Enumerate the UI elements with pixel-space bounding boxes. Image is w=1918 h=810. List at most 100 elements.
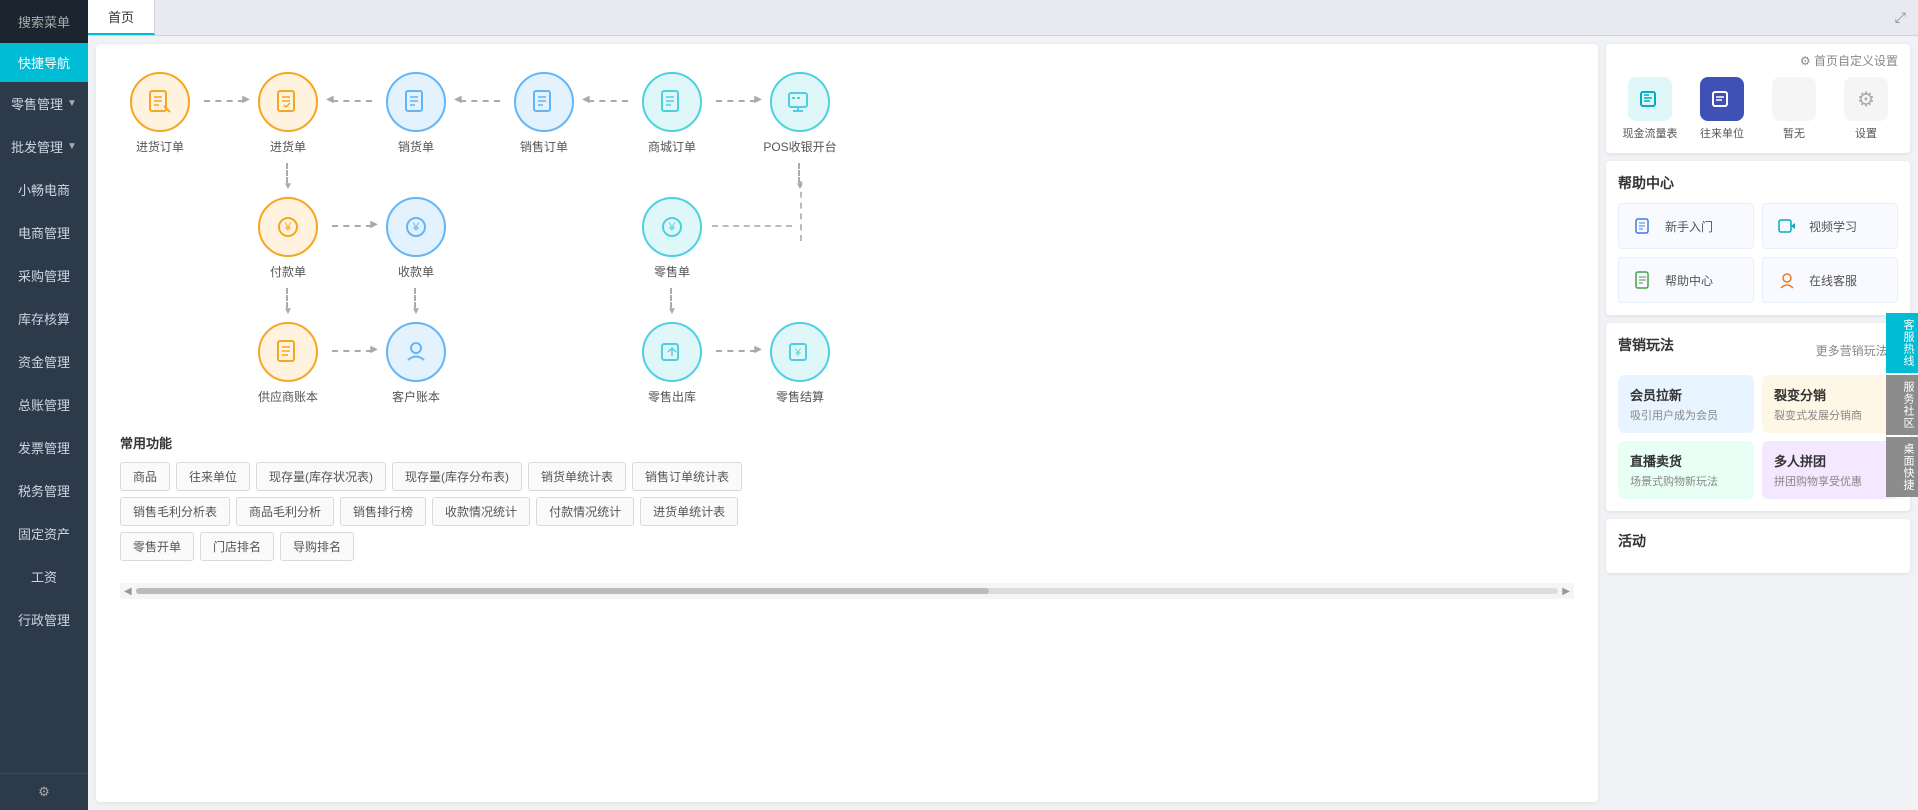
btn-stock-status[interactable]: 现存量(库存状况表) bbox=[256, 462, 386, 491]
flow-node-retail-outbound[interactable]: 零售出库 bbox=[632, 322, 712, 405]
btn-goods[interactable]: 商品 bbox=[120, 462, 170, 491]
btn-sales-profit[interactable]: 销售毛利分析表 bbox=[120, 497, 230, 526]
flow-row-2: ¥ 付款单 ¥ 收款单 bbox=[120, 197, 1574, 280]
sidebar-item-purchase[interactable]: 采购管理 bbox=[0, 254, 88, 297]
content-area: 进货订单 进货单 销货单 bbox=[88, 36, 1918, 810]
help-online-support[interactable]: 在线客服 bbox=[1762, 257, 1898, 303]
floating-buttons: 客服热线 服务社区 桌面快捷 bbox=[1886, 313, 1918, 497]
tab-home[interactable]: 首页 bbox=[88, 0, 155, 35]
sidebar-item-finance[interactable]: 资金管理 bbox=[0, 340, 88, 383]
customer-service-btn[interactable]: 客服热线 bbox=[1886, 313, 1918, 373]
common-functions-title: 常用功能 bbox=[120, 433, 1574, 452]
svg-text:¥: ¥ bbox=[284, 220, 292, 234]
sidebar-item-ecommerce-small[interactable]: 小畅电商 bbox=[0, 168, 88, 211]
mkt-group[interactable]: 多人拼团 拼团购物享受优惠 bbox=[1762, 441, 1898, 499]
sidebar-item-ecommerce[interactable]: 电商管理 bbox=[0, 211, 88, 254]
flow-node-pos[interactable]: POS收银开台 bbox=[760, 72, 840, 155]
arrow-down-purchase bbox=[283, 163, 293, 193]
cashflow-icon bbox=[1628, 77, 1672, 121]
left-panel: 进货订单 进货单 销货单 bbox=[96, 44, 1598, 802]
btn-purchase-stats[interactable]: 进货单统计表 bbox=[640, 497, 738, 526]
arrow-3 bbox=[460, 100, 500, 102]
tabbar: 首页 ⤢ bbox=[88, 0, 1918, 36]
common-functions-section: 常用功能 商品 往来单位 现存量(库存状况表) 现存量(库存分布表) 销货单统计… bbox=[112, 433, 1582, 579]
flow-node-sales-order[interactable]: 销售订单 bbox=[504, 72, 584, 155]
btn-store-rank[interactable]: 门店排名 bbox=[200, 532, 274, 561]
sidebar-item-wholesale[interactable]: 批发管理▼ bbox=[0, 125, 88, 168]
arrow-5 bbox=[716, 100, 756, 102]
qa-none: 暂无 bbox=[1762, 77, 1826, 141]
btn-retail-order[interactable]: 零售开单 bbox=[120, 532, 194, 561]
flow-node-retail[interactable]: ¥ 零售单 bbox=[632, 197, 712, 280]
qa-cashflow[interactable]: 现金流量表 bbox=[1618, 77, 1682, 141]
help-center-link[interactable]: 帮助中心 bbox=[1618, 257, 1754, 303]
qa-partners[interactable]: 往来单位 bbox=[1690, 77, 1754, 141]
arrow-accounts bbox=[332, 350, 372, 352]
flow-node-payment[interactable]: ¥ 付款单 bbox=[248, 197, 328, 280]
flow-node-customer-account[interactable]: 客户账本 bbox=[376, 322, 456, 405]
btn-payment-stats[interactable]: 付款情况统计 bbox=[536, 497, 634, 526]
flow-node-retail-settle[interactable]: ¥ 零售结算 bbox=[760, 322, 840, 405]
sidebar-item-admin[interactable]: 行政管理 bbox=[0, 598, 88, 641]
sidebar-item-retail[interactable]: 零售管理▼ bbox=[0, 82, 88, 125]
btn-stock-dist[interactable]: 现存量(库存分布表) bbox=[392, 462, 522, 491]
btn-partners[interactable]: 往来单位 bbox=[176, 462, 250, 491]
flow-node-purchase-order[interactable]: 进货订单 bbox=[120, 72, 200, 155]
settings-icon: ⚙ bbox=[1844, 77, 1888, 121]
sidebar-item-fixed-assets[interactable]: 固定资产 bbox=[0, 512, 88, 555]
scroll-right-icon[interactable]: ▶ bbox=[1562, 586, 1570, 597]
help-video[interactable]: 视频学习 bbox=[1762, 203, 1898, 249]
flow-node-receipt[interactable]: ¥ 收款单 bbox=[376, 197, 456, 280]
mkt-member[interactable]: 会员拉新 吸引用户成为会员 bbox=[1618, 375, 1754, 433]
mkt-distribution[interactable]: 裂变分销 裂变式发展分销商 bbox=[1762, 375, 1898, 433]
service-community-btn[interactable]: 服务社区 bbox=[1886, 375, 1918, 435]
mkt-live[interactable]: 直播卖货 场景式购物新玩法 bbox=[1618, 441, 1754, 499]
marketing-section: 营销玩法 更多营销玩法 > 会员拉新 吸引用户成为会员 裂变分销 裂变式发展分销… bbox=[1606, 323, 1910, 511]
btn-guide-rank[interactable]: 导购排名 bbox=[280, 532, 354, 561]
sidebar-item-general-ledger[interactable]: 总账管理 bbox=[0, 383, 88, 426]
qa-settings[interactable]: ⚙ 设置 bbox=[1834, 77, 1898, 141]
arrow-down-retail bbox=[667, 288, 677, 318]
arrow-down-receipt bbox=[411, 288, 421, 318]
btn-sales-stats[interactable]: 销货单统计表 bbox=[528, 462, 626, 491]
scroll-left-icon[interactable]: ◀ bbox=[124, 586, 132, 597]
sidebar-item-inventory[interactable]: 库存核算 bbox=[0, 297, 88, 340]
svg-text:¥: ¥ bbox=[668, 220, 676, 234]
common-functions-row2: 销售毛利分析表 商品毛利分析 销售排行榜 收款情况统计 付款情况统计 进货单统计… bbox=[120, 497, 1574, 526]
help-center-section: 帮助中心 新手入门 视频学习 bbox=[1606, 161, 1910, 315]
none-icon bbox=[1772, 77, 1816, 121]
customize-settings-link[interactable]: ⚙ 首页自定义设置 bbox=[1618, 52, 1898, 69]
flow-node-mall-order[interactable]: 商城订单 bbox=[632, 72, 712, 155]
svg-text:¥: ¥ bbox=[412, 220, 420, 234]
sidebar: 搜索菜单 快捷导航 零售管理▼ 批发管理▼ 小畅电商 电商管理 采购管理 库存核… bbox=[0, 0, 88, 810]
sidebar-item-invoice[interactable]: 发票管理 bbox=[0, 426, 88, 469]
marketing-header: 营销玩法 更多营销玩法 > bbox=[1618, 335, 1898, 365]
horizontal-scrollbar[interactable]: ◀ ▶ bbox=[120, 583, 1574, 599]
btn-goods-profit[interactable]: 商品毛利分析 bbox=[236, 497, 334, 526]
scroll-track[interactable] bbox=[136, 588, 1559, 594]
sidebar-item-tax[interactable]: 税务管理 bbox=[0, 469, 88, 512]
common-functions-row1: 商品 往来单位 现存量(库存状况表) 现存量(库存分布表) 销货单统计表 销售订… bbox=[120, 462, 1574, 491]
help-center-title: 帮助中心 bbox=[1618, 173, 1898, 193]
desktop-shortcut-btn[interactable]: 桌面快捷 bbox=[1886, 437, 1918, 497]
sidebar-quicknav[interactable]: 快捷导航 bbox=[0, 43, 88, 82]
btn-sales-rank[interactable]: 销售排行榜 bbox=[340, 497, 426, 526]
window-maximize-icon[interactable]: ⤢ bbox=[1883, 9, 1918, 26]
beginner-icon bbox=[1629, 212, 1657, 240]
flow-node-supplier-account[interactable]: 供应商账本 bbox=[248, 322, 328, 405]
svg-text:¥: ¥ bbox=[794, 347, 802, 359]
sidebar-item-salary[interactable]: 工资 bbox=[0, 555, 88, 598]
activities-title: 活动 bbox=[1618, 531, 1898, 551]
help-beginner[interactable]: 新手入门 bbox=[1618, 203, 1754, 249]
btn-receipt-stats[interactable]: 收款情况统计 bbox=[432, 497, 530, 526]
marketing-title: 营销玩法 bbox=[1618, 335, 1674, 355]
flow-row-1: 进货订单 进货单 销货单 bbox=[120, 72, 1574, 155]
sidebar-settings-button[interactable]: ⚙ bbox=[0, 773, 88, 810]
arrow-1 bbox=[204, 100, 244, 102]
flow-node-purchase[interactable]: 进货单 bbox=[248, 72, 328, 155]
activities-section: 活动 bbox=[1606, 519, 1910, 573]
arrow-retail-settle bbox=[716, 350, 756, 352]
flow-node-sales[interactable]: 销货单 bbox=[376, 72, 456, 155]
sidebar-search[interactable]: 搜索菜单 bbox=[0, 0, 88, 43]
btn-sales-order-stats[interactable]: 销售订单统计表 bbox=[632, 462, 742, 491]
